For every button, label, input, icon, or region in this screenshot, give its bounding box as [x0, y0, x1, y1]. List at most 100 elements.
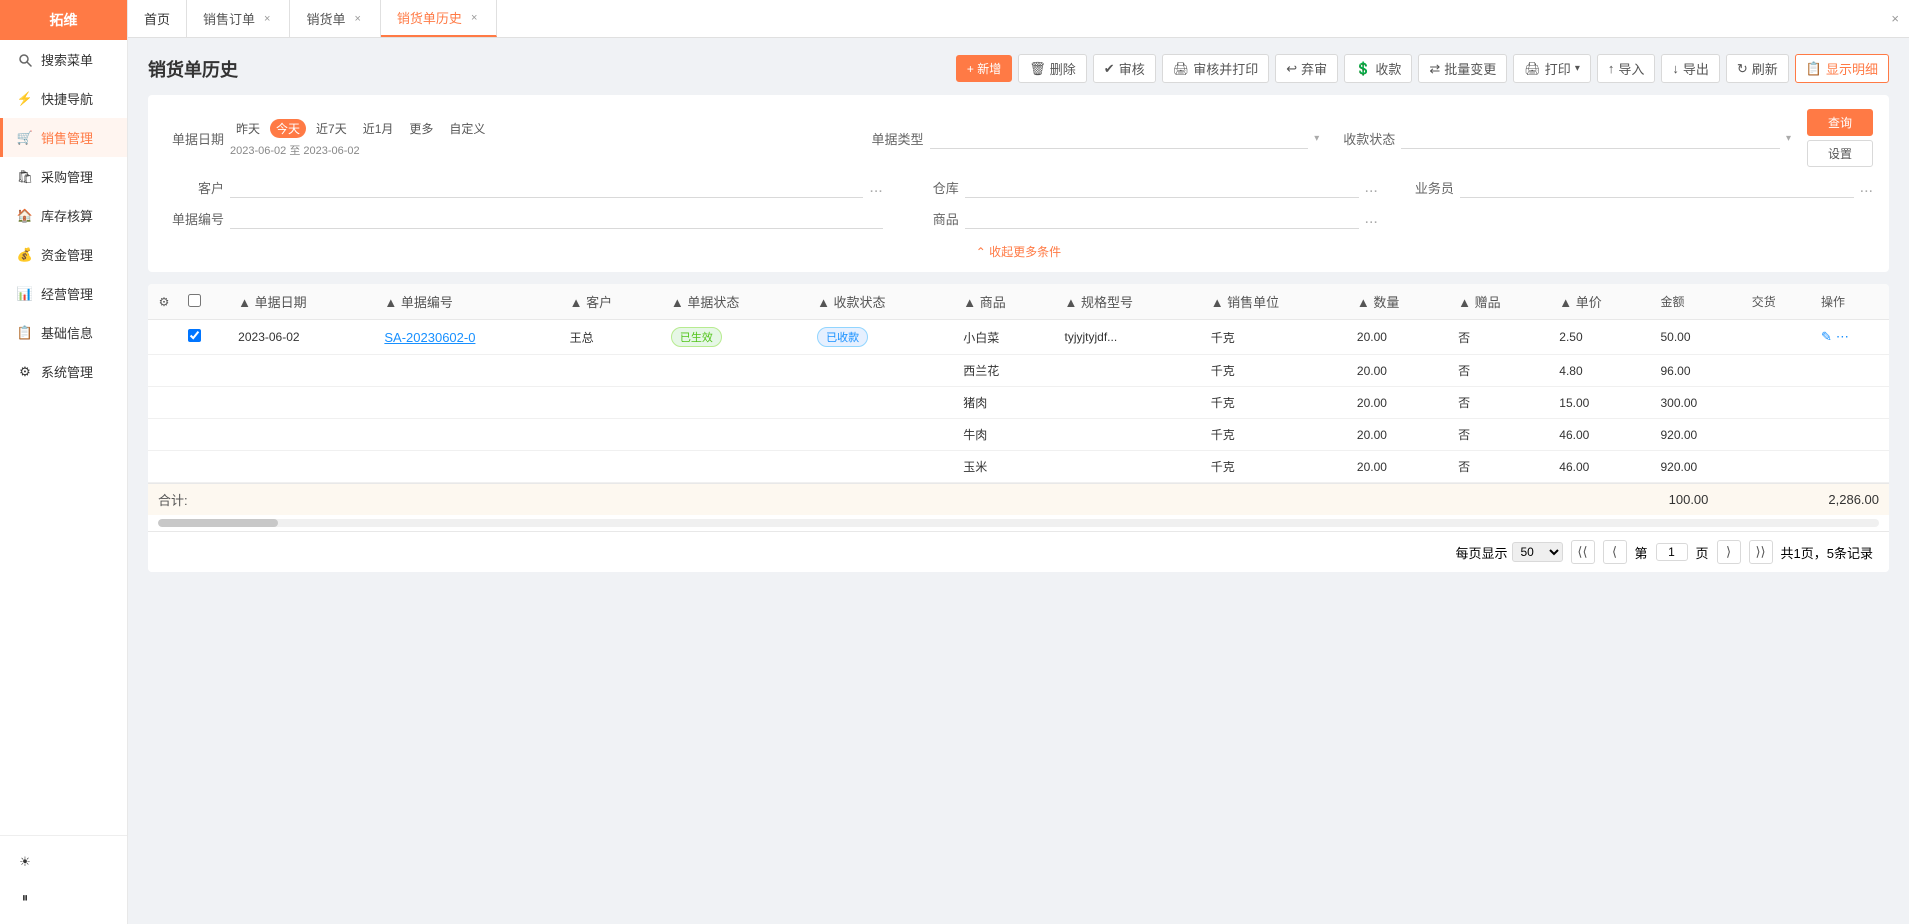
col-customer[interactable]: ▲ 客户: [562, 284, 663, 320]
col-doc-status[interactable]: ▲ 单据状态: [663, 284, 809, 320]
col-gift[interactable]: ▲ 赠品: [1450, 284, 1551, 320]
cell-checkbox[interactable]: [180, 387, 230, 419]
tab-sales-delivery[interactable]: 销货单 ×: [290, 0, 380, 37]
salesperson-label: 业务员: [1394, 178, 1454, 197]
tab-home[interactable]: 首页: [128, 0, 187, 37]
col-gear[interactable]: ⚙: [148, 284, 180, 320]
export-button[interactable]: ↓ 导出: [1661, 54, 1720, 83]
window-close-btn[interactable]: ×: [1881, 0, 1909, 37]
sidebar-item-inventory[interactable]: 🏠 库存核算: [0, 196, 127, 235]
date-tab-7days[interactable]: 近7天: [310, 119, 353, 138]
select-all-checkbox[interactable]: [188, 294, 201, 307]
customer-label: 客户: [164, 178, 224, 197]
cell-customer: 王总: [562, 320, 663, 355]
col-qty[interactable]: ▲ 数量: [1349, 284, 1450, 320]
filter-collapse-btn[interactable]: ⌃ 收起更多条件: [164, 239, 1873, 268]
date-tab-more[interactable]: 更多: [403, 119, 439, 138]
salesperson-dots-icon[interactable]: ...: [1860, 179, 1873, 197]
sidebar-item-sys-mgmt[interactable]: ⚙ 系统管理: [0, 352, 127, 391]
sidebar-item-finance[interactable]: 💰 资金管理: [0, 235, 127, 274]
doc-type-input[interactable]: [930, 128, 1309, 149]
row-checkbox[interactable]: [188, 329, 201, 342]
goods-dots-icon[interactable]: ...: [1365, 210, 1378, 228]
date-tab-yesterday[interactable]: 昨天: [230, 119, 266, 138]
sidebar-item-purchase-mgmt[interactable]: 🛍 采购管理: [0, 157, 127, 196]
doc-no-link[interactable]: SA-20230602-0: [384, 330, 475, 345]
tab-sales-history[interactable]: 销货单历史 ×: [381, 0, 497, 37]
print-button[interactable]: 🖨 打印 ▾: [1513, 54, 1591, 83]
settings-button[interactable]: 设置: [1807, 140, 1873, 167]
page-next-btn[interactable]: ⟩: [1717, 540, 1741, 564]
doc-no-input[interactable]: [230, 208, 883, 229]
customer-dots-icon[interactable]: ...: [869, 179, 882, 197]
cell-doc-no: [376, 419, 561, 451]
new-button[interactable]: + 新增: [956, 55, 1012, 82]
sidebar-item-quick-nav[interactable]: ⚡ 快捷导航: [0, 79, 127, 118]
import-button[interactable]: ↑ 导入: [1597, 54, 1656, 83]
table-row: 西兰花 千克 20.00 否 4.80 96.00: [148, 355, 1889, 387]
cell-doc-date: [230, 355, 376, 387]
batch-change-button[interactable]: ⇄ 批量变更: [1418, 54, 1507, 83]
col-sales-unit[interactable]: ▲ 销售单位: [1203, 284, 1349, 320]
cell-collect-status: 已收款: [809, 320, 955, 355]
doc-no-label: 单据编号: [164, 209, 224, 228]
footer-total-qty: 100.00: [1669, 492, 1709, 507]
sidebar-item-sales-mgmt[interactable]: 🛒 销售管理: [0, 118, 127, 157]
sidebar-item-search-menu[interactable]: 搜索菜单: [0, 40, 127, 79]
date-tab-custom[interactable]: 自定义: [443, 119, 491, 138]
page-first-btn[interactable]: ⟨⟨: [1571, 540, 1595, 564]
abandon-button[interactable]: ↩ 弃审: [1275, 54, 1338, 83]
col-spec[interactable]: ▲ 规格型号: [1056, 284, 1202, 320]
col-unit-price[interactable]: ▲ 单价: [1551, 284, 1652, 320]
col-doc-date[interactable]: ▲ 单据日期: [230, 284, 376, 320]
warehouse-dots-icon[interactable]: ...: [1365, 179, 1378, 197]
page-num-input[interactable]: [1656, 543, 1688, 561]
page-prev-btn[interactable]: ⟨: [1603, 540, 1627, 564]
collect-button[interactable]: 💲 收款: [1344, 54, 1412, 83]
collect-status-input[interactable]: [1401, 128, 1780, 149]
date-tab-1month[interactable]: 近1月: [357, 119, 400, 138]
audit-button[interactable]: ✔ 审核: [1093, 54, 1156, 83]
cell-actions: [1813, 419, 1889, 451]
per-page-select[interactable]: 50 100 200: [1512, 542, 1563, 562]
delete-button[interactable]: 🗑 删除: [1018, 54, 1087, 83]
show-detail-button[interactable]: 📋 显示明细: [1795, 54, 1889, 83]
tab-sales-order-close[interactable]: ×: [261, 12, 273, 26]
sidebar-bottom-item2[interactable]: ⏸: [0, 880, 127, 916]
action-edit-icon[interactable]: ✎: [1821, 329, 1832, 344]
date-tab-today[interactable]: 今天: [270, 119, 306, 138]
refresh-button[interactable]: ↻ 刷新: [1726, 54, 1789, 83]
cell-checkbox[interactable]: [180, 419, 230, 451]
col-doc-no-label: ▲ 单据编号: [384, 295, 452, 310]
cell-trade: [1744, 320, 1813, 355]
cell-checkbox[interactable]: [180, 451, 230, 483]
col-goods[interactable]: ▲ 商品: [955, 284, 1056, 320]
action-more-icon[interactable]: ⋯: [1836, 329, 1849, 344]
cell-checkbox[interactable]: [180, 320, 230, 355]
cell-goods: 小白菜: [955, 320, 1056, 355]
sidebar-item-base-info[interactable]: 📋 基础信息: [0, 313, 127, 352]
query-button[interactable]: 查询: [1807, 109, 1873, 136]
customer-input[interactable]: [230, 177, 863, 198]
tab-sales-history-close[interactable]: ×: [468, 11, 480, 25]
col-checkbox[interactable]: [180, 284, 230, 320]
table-scroll-bar[interactable]: [158, 519, 1879, 527]
tab-sales-order-label: 销售订单: [203, 9, 255, 28]
page-last-btn[interactable]: ⟩⟩: [1749, 540, 1773, 564]
tab-sales-delivery-close[interactable]: ×: [351, 12, 363, 26]
cell-spec: [1056, 387, 1202, 419]
sidebar-bottom-item1[interactable]: ☀: [0, 844, 127, 880]
col-doc-no[interactable]: ▲ 单据编号: [376, 284, 561, 320]
sidebar-item-operations[interactable]: 📊 经营管理: [0, 274, 127, 313]
cell-sales-unit: 千克: [1203, 419, 1349, 451]
cell-customer: [562, 451, 663, 483]
tab-sales-order[interactable]: 销售订单 ×: [187, 0, 290, 37]
audit-print-button[interactable]: 🖨 审核并打印: [1162, 54, 1270, 83]
cell-collect-status: [809, 419, 955, 451]
col-collect-status[interactable]: ▲ 收款状态: [809, 284, 955, 320]
warehouse-input[interactable]: [965, 177, 1359, 198]
salesperson-input[interactable]: [1460, 177, 1854, 198]
cell-checkbox[interactable]: [180, 355, 230, 387]
cell-actions: [1813, 355, 1889, 387]
goods-input[interactable]: [965, 208, 1359, 229]
